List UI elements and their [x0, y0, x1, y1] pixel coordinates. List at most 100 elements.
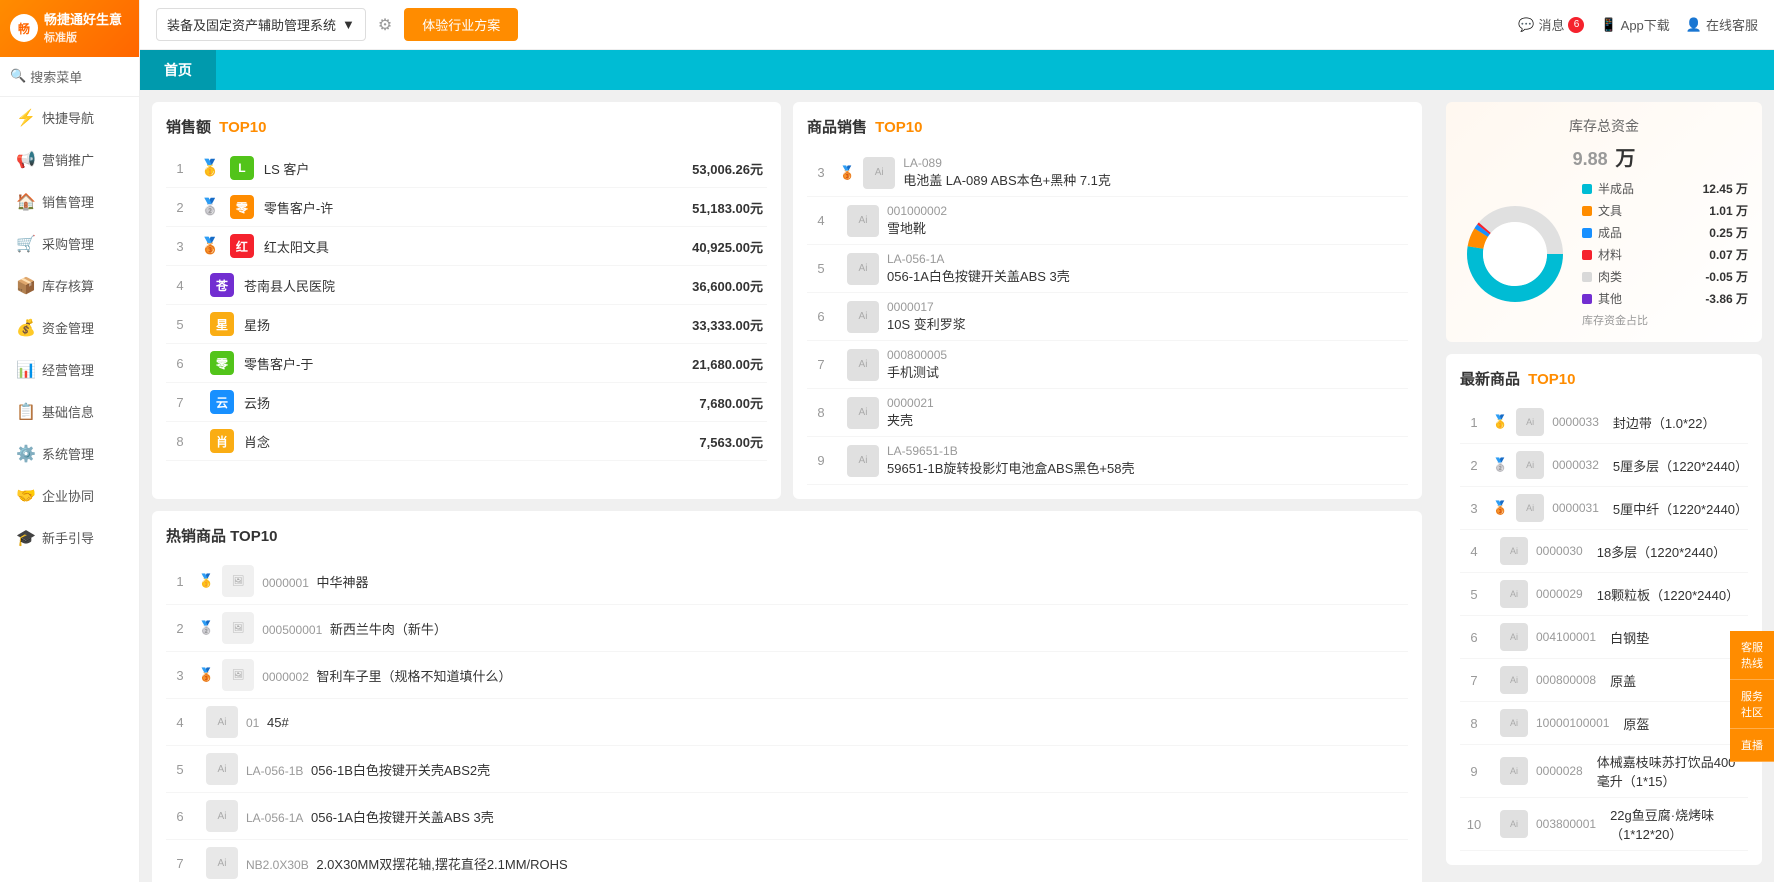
rank-name: 零售客户-于 [244, 354, 682, 373]
sidebar-item-cooperation[interactable]: 🤝企业协同 [0, 475, 139, 517]
product-sales-row: 9 Ai LA-59651-1B 59651-1B旋转投影灯电池盒ABS黑色+5… [807, 437, 1408, 485]
system-name-selector[interactable]: 装备及固定资产辅助管理系统 ▼ [156, 8, 366, 41]
topbar: 装备及固定资产辅助管理系统 ▼ ⚙ 体验行业方案 💬 消息 6 📱 App下载 … [140, 0, 1774, 50]
rank-medal: 🥇 [1492, 414, 1508, 430]
nav-label-sys-manage: 系统管理 [42, 444, 94, 463]
sidebar-title: 畅捷通好生意 [44, 12, 122, 29]
sidebar-item-sales[interactable]: 🏠 销售管理 [0, 181, 139, 223]
product-code: 000500001 [262, 623, 322, 637]
trial-button[interactable]: 体验行业方案 [404, 8, 518, 41]
product-code: 0000017 [887, 300, 966, 314]
app-download-button[interactable]: 📱 App下载 [1600, 15, 1669, 34]
rank-medal: 🥉 [200, 236, 220, 256]
sidebar-item-finance[interactable]: 💰资金管理 [0, 307, 139, 349]
product-code: 0000001 [262, 576, 309, 590]
hot-product-row: 7 Ai NB2.0X30B 2.0X30MM双摆花轴,摆花直径2.1MM/RO… [166, 840, 1408, 882]
rank-number: 7 [1464, 673, 1484, 688]
rank-number: 6 [170, 356, 190, 371]
sidebar-item-sys-manage[interactable]: ⚙️系统管理 [0, 433, 139, 475]
nav-icon-finance: 💰 [16, 318, 34, 338]
service-icon: 👤 [1686, 17, 1702, 33]
product-image: Ai [1500, 810, 1528, 838]
product-name: 59651-1B旋转投影灯电池盒ABS黑色+58壳 [887, 458, 1134, 477]
float-btn-community[interactable]: 服务 社区 [1730, 680, 1774, 729]
legend-dot [1582, 272, 1592, 282]
float-btn-service[interactable]: 客服 热线 [1730, 631, 1774, 680]
product-image: Ai [206, 847, 238, 879]
product-image: Ai [847, 301, 879, 333]
new-product-row: 9 Ai 0000028 体械嘉枝味苏打饮品400毫升（1*15） [1460, 745, 1748, 798]
rank-number: 4 [1464, 544, 1484, 559]
product-info: 0000021 夹壳 [887, 396, 934, 429]
product-image: Ai [206, 706, 238, 738]
rank-number: 6 [170, 809, 190, 824]
sidebar-item-guide[interactable]: 🎓新手引导 [0, 517, 139, 559]
product-code: NB2.0X30B [246, 858, 309, 872]
table-row: 7 云 云扬 7,680.00元 [166, 383, 767, 422]
product-name: 体械嘉枝味苏打饮品400毫升（1*15） [1597, 752, 1744, 790]
rank-number: 2 [170, 621, 190, 636]
legend-value: 0.07 万 [1709, 246, 1748, 263]
legend-item: 肉类 -0.05 万 [1582, 268, 1748, 285]
product-info: 01 45# [246, 715, 289, 730]
sidebar-item-quick-nav[interactable]: ⚡快捷导航 [0, 97, 139, 139]
rank-number: 8 [170, 434, 190, 449]
online-service-button[interactable]: 👤 在线客服 [1686, 15, 1758, 34]
product-image: Ai [847, 349, 879, 381]
product-name: 5厘多层（1220*2440） [1613, 456, 1744, 475]
product-code: 01 [246, 716, 259, 730]
nav-label-cooperation: 企业协同 [42, 486, 94, 505]
sidebar-item-marketing[interactable]: 📢营销推广 [0, 139, 139, 181]
product-image: Ai [1500, 623, 1528, 651]
hot-product-row: 3 🥉 🖼 0000002 智利车子里（规格不知道填什么） [166, 652, 1408, 699]
sidebar-item-operations[interactable]: 📊经营管理 [0, 349, 139, 391]
new-products-rows: 1 🥇 Ai 0000033 封边带（1.0*22） 2 🥈 Ai 000003… [1460, 401, 1748, 851]
sidebar-item-inventory[interactable]: 📦库存核算 [0, 265, 139, 307]
product-name: 夹壳 [887, 410, 934, 429]
tab-home[interactable]: 首页 [140, 50, 216, 90]
inventory-chart-label: 库存资金占比 [1582, 312, 1748, 328]
message-button[interactable]: 💬 消息 6 [1518, 15, 1584, 34]
product-image: 🖼 [222, 612, 254, 644]
rank-number: 9 [811, 453, 831, 468]
table-row: 8 肖 肖念 7,563.00元 [166, 422, 767, 461]
float-btn-live[interactable]: 直播 [1730, 729, 1774, 762]
product-name: 电池盖 LA-089 ABS本色+黑种 7.1克 [903, 170, 1111, 189]
rank-amount: 7,563.00元 [699, 432, 763, 451]
hot-product-row: 2 🥈 🖼 000500001 新西兰牛肉（新牛） [166, 605, 1408, 652]
rank-badge: 苍 [210, 273, 234, 297]
rank-badge: 肖 [210, 429, 234, 453]
product-image: Ai [1500, 666, 1528, 694]
nav-icon-sales: 🏠 [16, 192, 34, 212]
product-name: 056-1A白色按键开关盖ABS 3壳 [887, 266, 1070, 285]
rank-badge: 零 [230, 195, 254, 219]
product-sales-title: 商品销售 TOP10 [807, 116, 1408, 137]
hot-product-row: 5 Ai LA-056-1B 056-1B白色按键开关壳ABS2壳 [166, 746, 1408, 793]
gear-icon[interactable]: ⚙ [378, 15, 392, 35]
new-product-row: 4 Ai 0000030 18多层（1220*2440） [1460, 530, 1748, 573]
nav-label-inventory: 库存核算 [42, 276, 94, 295]
product-image: 🖼 [222, 565, 254, 597]
product-sales-row: 5 Ai LA-056-1A 056-1A白色按键开关盖ABS 3壳 [807, 245, 1408, 293]
sidebar-item-purchase[interactable]: 🛒采购管理 [0, 223, 139, 265]
new-product-row: 7 Ai 000800008 原盖 [1460, 659, 1748, 702]
sidebar-search-area[interactable]: 🔍 搜索菜单 [0, 57, 139, 97]
table-row: 3 🥉 红 红太阳文具 40,925.00元 [166, 227, 767, 266]
product-image: Ai [1516, 451, 1544, 479]
new-product-row: 8 Ai 10000100001 原盔 [1460, 702, 1748, 745]
nav-label-sales: 销售管理 [42, 192, 94, 211]
hot-product-row: 4 Ai 01 45# [166, 699, 1408, 746]
product-image: Ai [863, 157, 895, 189]
table-row: 1 🥇 L LS 客户 53,006.26元 [166, 149, 767, 188]
search-menu-button[interactable]: 🔍 搜索菜单 [10, 67, 129, 86]
app-download-label: App下载 [1621, 15, 1670, 34]
product-name: 18多层（1220*2440） [1597, 542, 1744, 561]
product-image: Ai [1516, 494, 1544, 522]
product-info: LA-056-1B 056-1B白色按键开关壳ABS2壳 [246, 760, 490, 779]
rank-name: 零售客户-许 [264, 198, 682, 217]
rank-number: 1 [170, 161, 190, 176]
inventory-value: 9.88 万 [1460, 140, 1748, 172]
rank-number: 7 [811, 357, 831, 372]
sidebar-item-base-info[interactable]: 📋基础信息 [0, 391, 139, 433]
legend-item: 成品 0.25 万 [1582, 224, 1748, 241]
